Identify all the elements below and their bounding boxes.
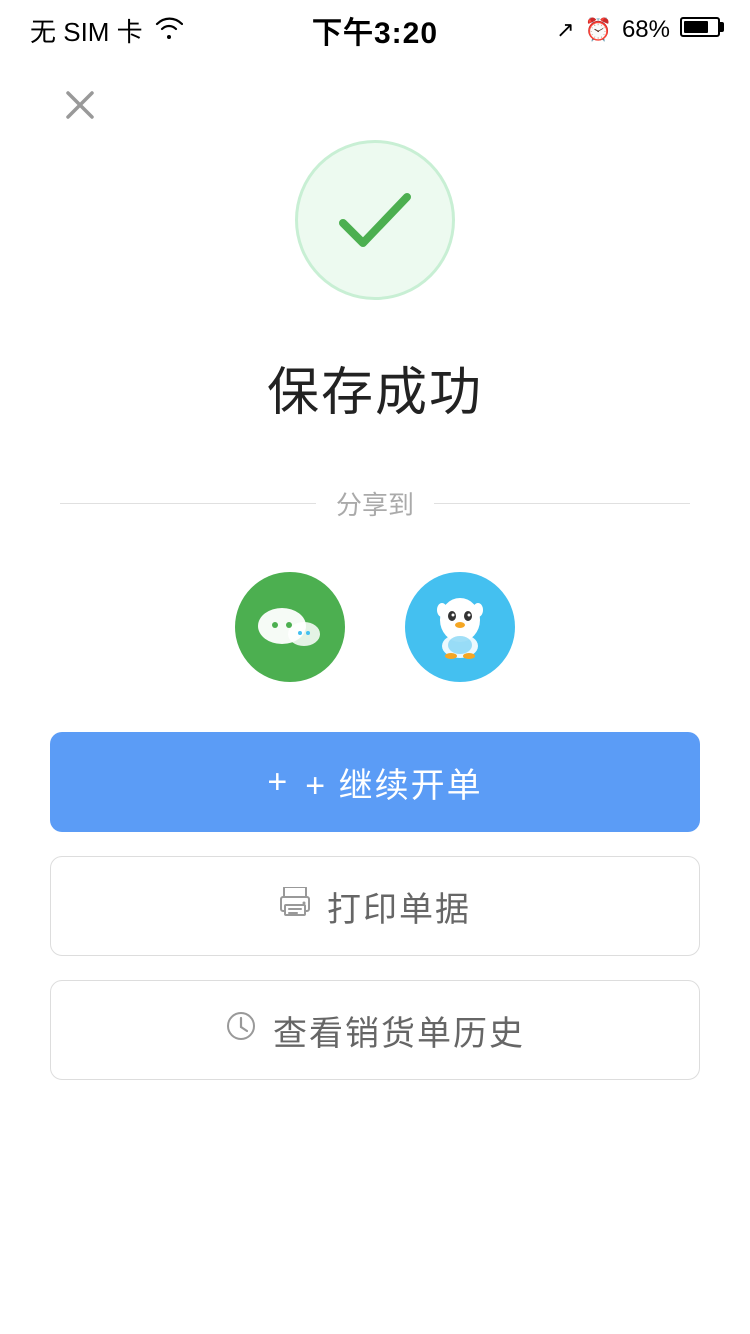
- divider-left: [60, 503, 316, 504]
- print-icon: [279, 887, 311, 926]
- carrier-text: 无 SIM 卡: [30, 12, 143, 49]
- history-label: 查看销货单历史: [273, 1006, 525, 1055]
- wifi-icon: [155, 15, 183, 46]
- success-circle: [295, 140, 455, 300]
- continue-button[interactable]: + + 继续开单: [50, 732, 700, 832]
- continue-label: + 继续开单: [305, 758, 482, 807]
- print-label: 打印单据: [327, 882, 471, 931]
- history-icon: [225, 1010, 257, 1051]
- wechat-share-button[interactable]: [235, 572, 345, 682]
- share-label: 分享到: [336, 485, 414, 522]
- status-bar: 无 SIM 卡 下午3:20 ↗ ⏰ 68%: [0, 0, 750, 60]
- share-icons: [60, 572, 690, 682]
- divider-right: [434, 503, 690, 504]
- qq-share-button[interactable]: [405, 572, 515, 682]
- alarm-icon: ⏰: [585, 17, 612, 43]
- status-time: 下午3:20: [312, 8, 438, 52]
- continue-icon: +: [267, 763, 289, 802]
- battery-icon: [680, 16, 720, 44]
- share-divider: 分享到: [60, 485, 690, 522]
- close-button[interactable]: [50, 75, 110, 135]
- battery-percent: 68%: [622, 16, 670, 44]
- main-content: 保存成功 分享到: [0, 60, 750, 1080]
- status-carrier: 无 SIM 卡: [30, 12, 183, 49]
- print-button[interactable]: 打印单据: [50, 856, 700, 956]
- success-title: 保存成功: [267, 350, 483, 425]
- qq-icon: [429, 592, 491, 662]
- close-icon: [62, 87, 98, 123]
- share-section: 分享到: [0, 485, 750, 682]
- action-buttons: + + 继续开单 打印单据: [0, 732, 750, 1080]
- location-icon: ↗: [556, 17, 574, 43]
- status-right: ↗ ⏰ 68%: [556, 16, 720, 44]
- history-button[interactable]: 查看销货单历史: [50, 980, 700, 1080]
- checkmark-icon: [335, 185, 415, 255]
- wechat-icon: [256, 598, 324, 656]
